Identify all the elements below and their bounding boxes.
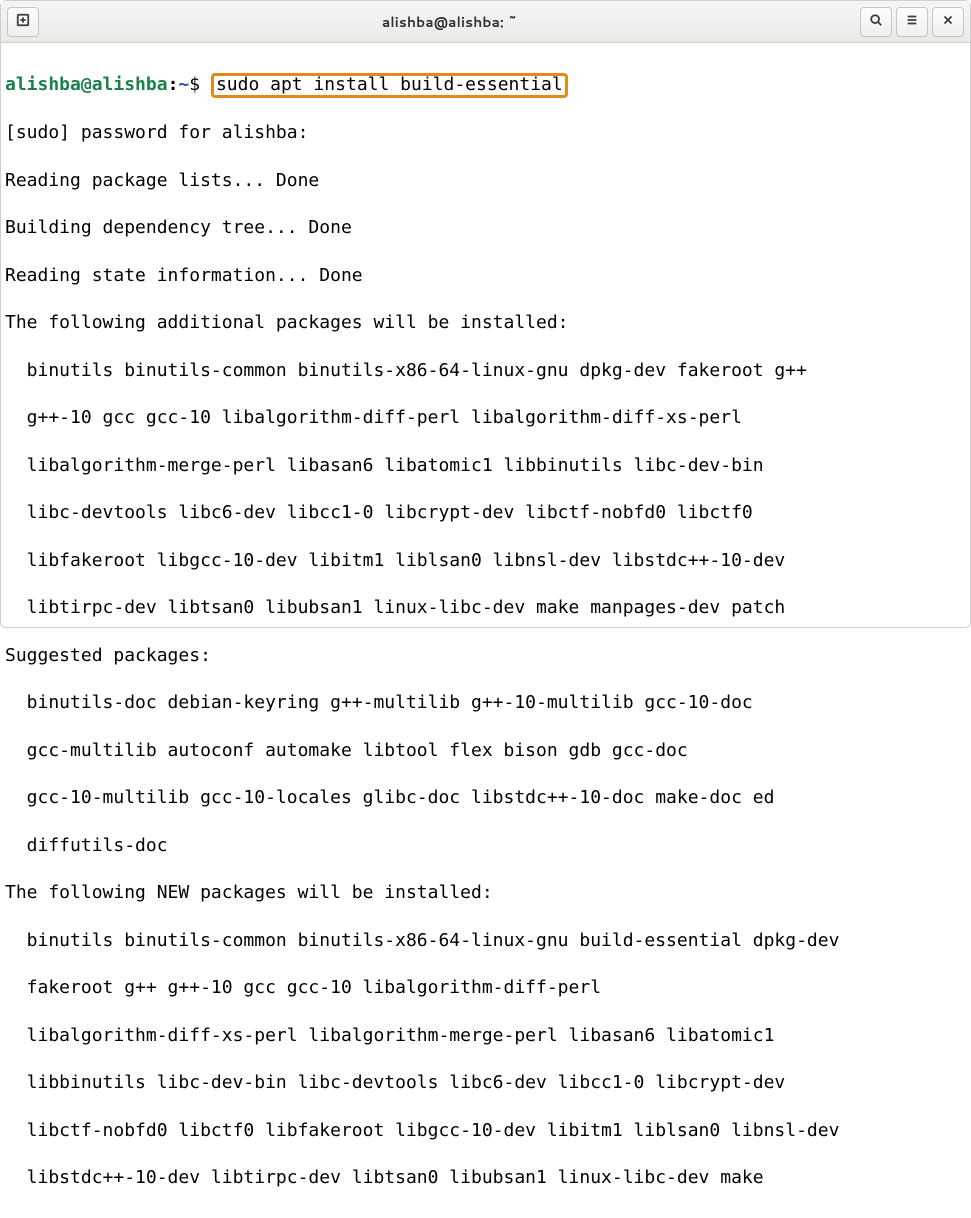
out-reading-state: Reading state information... Done: [5, 264, 966, 288]
new-tab-button[interactable]: [7, 7, 39, 37]
out-suggested-3: diffutils-doc: [5, 834, 966, 858]
prompt-sep: :: [168, 74, 179, 95]
close-button[interactable]: [932, 7, 964, 37]
out-suggested-2: gcc-10-multilib gcc-10-locales glibc-doc…: [5, 786, 966, 810]
out-additional-3: libc-devtools libc6-dev libcc1-0 libcryp…: [5, 501, 966, 525]
prompt-path: ~: [178, 74, 189, 95]
titlebar: alishba@alishba: ~: [1, 1, 970, 43]
hamburger-icon: [905, 12, 919, 32]
out-new-2: libalgorithm-diff-xs-perl libalgorithm-m…: [5, 1024, 966, 1048]
out-suggested-hdr: Suggested packages:: [5, 644, 966, 668]
new-tab-icon: [16, 12, 30, 32]
search-button[interactable]: [860, 7, 892, 37]
out-additional-5: libtirpc-dev libtsan0 libubsan1 linux-li…: [5, 596, 966, 620]
menu-button[interactable]: [896, 7, 928, 37]
out-new-5: libstdc++-10-dev libtirpc-dev libtsan0 l…: [5, 1166, 966, 1190]
out-building-tree: Building dependency tree... Done: [5, 216, 966, 240]
out-new-hdr: The following NEW packages will be insta…: [5, 881, 966, 905]
out-reading-pkg: Reading package lists... Done: [5, 169, 966, 193]
prompt-symbol: $: [189, 74, 200, 95]
out-additional-1: g++-10 gcc gcc-10 libalgorithm-diff-perl…: [5, 406, 966, 430]
out-suggested-0: binutils-doc debian-keyring g++-multilib…: [5, 691, 966, 715]
out-sudo-pw: [sudo] password for alishba:: [5, 121, 966, 145]
close-icon: [941, 12, 955, 32]
titlebar-right: [860, 7, 964, 37]
prompt-line: alishba@alishba:~$ sudo apt install buil…: [5, 73, 966, 98]
out-new-1: fakeroot g++ g++-10 gcc gcc-10 libalgori…: [5, 976, 966, 1000]
out-additional-hdr: The following additional packages will b…: [5, 311, 966, 335]
out-suggested-1: gcc-multilib autoconf automake libtool f…: [5, 739, 966, 763]
out-additional-4: libfakeroot libgcc-10-dev libitm1 liblsa…: [5, 549, 966, 573]
prompt-user-host: alishba@alishba: [5, 74, 168, 95]
out-new-0: binutils binutils-common binutils-x86-64…: [5, 929, 966, 953]
terminal-output[interactable]: alishba@alishba:~$ sudo apt install buil…: [1, 43, 970, 1218]
out-new-4: libctf-nobfd0 libctf0 libfakeroot libgcc…: [5, 1119, 966, 1143]
out-additional-0: binutils binutils-common binutils-x86-64…: [5, 359, 966, 383]
highlighted-command: sudo apt install build-essential: [211, 73, 568, 98]
window-title: alishba@alishba: ~: [39, 12, 860, 32]
titlebar-left: [7, 7, 39, 37]
out-additional-2: libalgorithm-merge-perl libasan6 libatom…: [5, 454, 966, 478]
out-new-3: libbinutils libc-dev-bin libc-devtools l…: [5, 1071, 966, 1095]
search-icon: [869, 12, 883, 32]
